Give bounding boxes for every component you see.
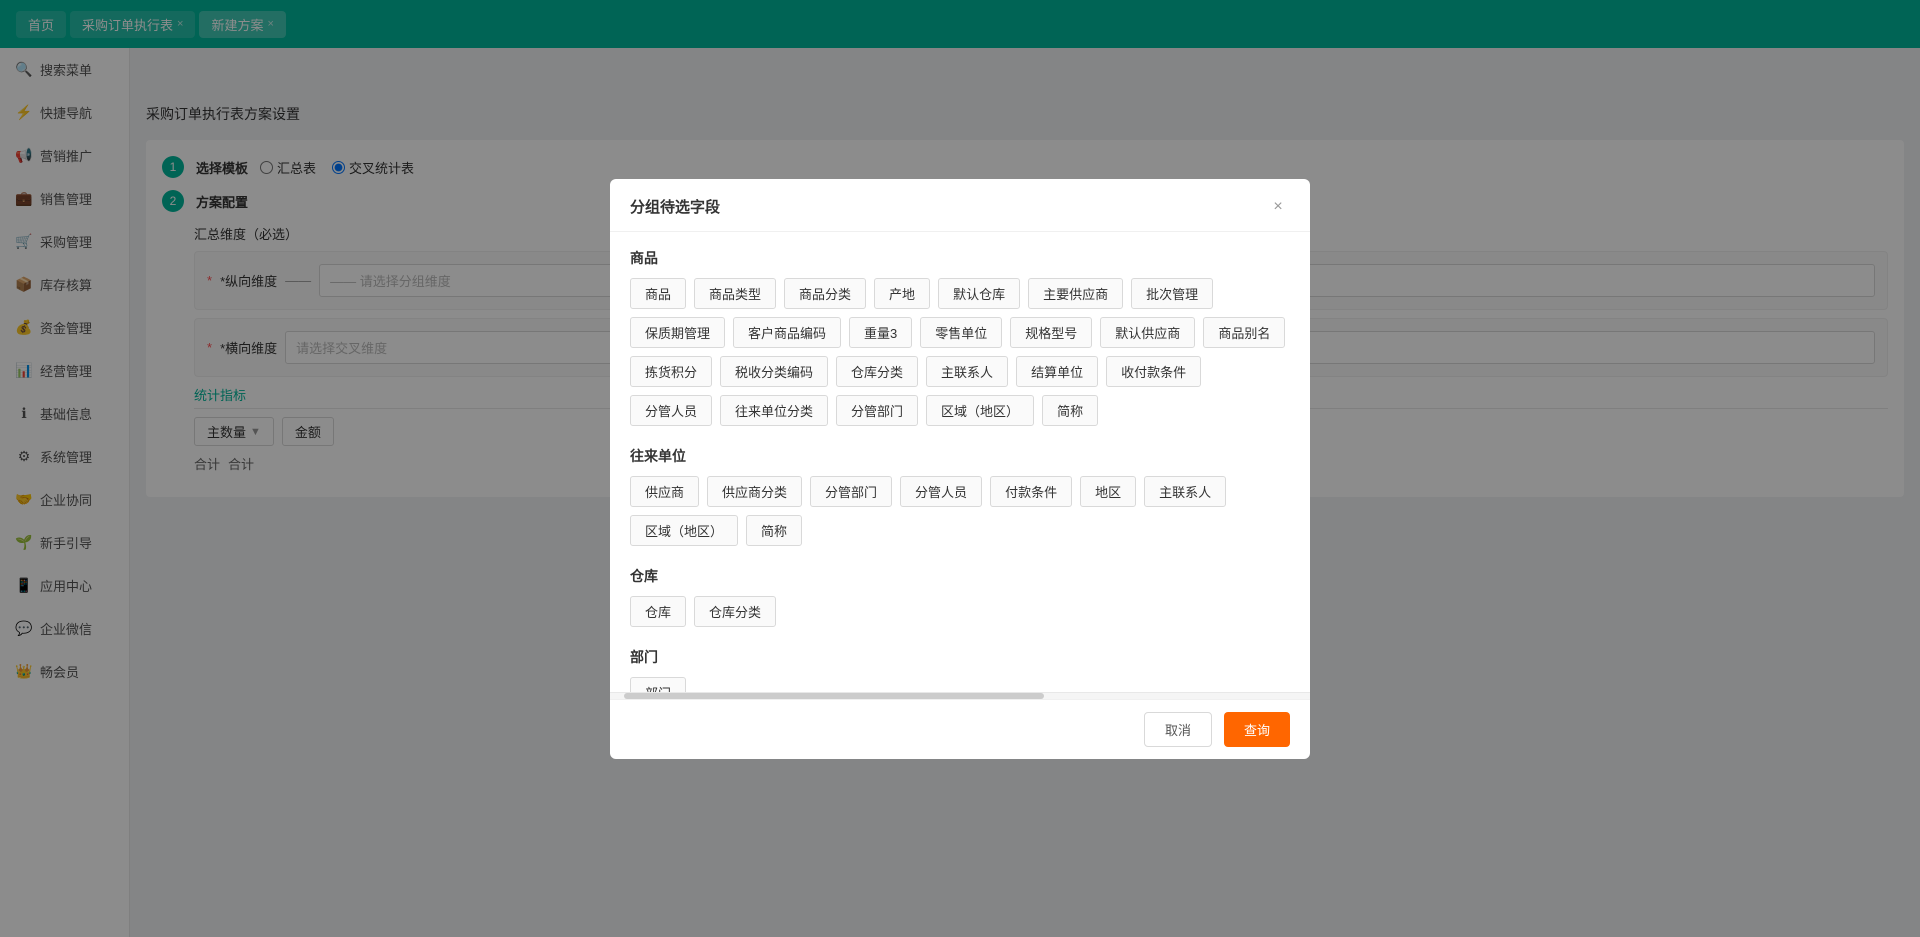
department-fields: 部门 [630, 677, 1290, 692]
section-warehouse-title: 仓库 [630, 566, 1290, 586]
field-retail-unit[interactable]: 零售单位 [920, 317, 1002, 348]
field-payment-condition[interactable]: 付款条件 [990, 476, 1072, 507]
field-default-supplier[interactable]: 默认供应商 [1100, 317, 1195, 348]
modal-body[interactable]: 商品 商品 商品类型 商品分类 产地 默认仓库 主要供应商 批次管理 保质期管理… [610, 232, 1310, 692]
modal-footer: 取消 查询 [610, 699, 1310, 759]
field-weight[interactable]: 重量3 [849, 317, 912, 348]
field-department[interactable]: 部门 [630, 677, 686, 692]
modal-hscrollbar[interactable] [610, 692, 1310, 699]
field-partner-dept[interactable]: 分管部门 [810, 476, 892, 507]
field-main-supplier[interactable]: 主要供应商 [1028, 278, 1123, 309]
section-product: 商品 商品 商品类型 商品分类 产地 默认仓库 主要供应商 批次管理 保质期管理… [630, 248, 1290, 426]
modal-overlay: 分组待选字段 × 商品 商品 商品类型 商品分类 产地 默认仓库 主要供应商 批… [0, 0, 1920, 937]
partner-fields: 供应商 供应商分类 分管部门 分管人员 付款条件 地区 主联系人 区域（地区） … [630, 476, 1290, 546]
field-partner-contact[interactable]: 主联系人 [1144, 476, 1226, 507]
field-area[interactable]: 地区 [1080, 476, 1136, 507]
field-partner-short[interactable]: 简称 [746, 515, 802, 546]
section-partner-title: 往来单位 [630, 446, 1290, 466]
section-product-title: 商品 [630, 248, 1290, 268]
section-department-title: 部门 [630, 647, 1290, 667]
field-supplier-category[interactable]: 供应商分类 [707, 476, 802, 507]
field-tax-code[interactable]: 税收分类编码 [720, 356, 828, 387]
field-warehouse[interactable]: 仓库 [630, 596, 686, 627]
modal-title: 分组待选字段 [630, 196, 720, 217]
field-settlement-unit[interactable]: 结算单位 [1016, 356, 1098, 387]
field-partner-supervisor[interactable]: 分管人员 [900, 476, 982, 507]
modal-header: 分组待选字段 × [610, 179, 1310, 232]
confirm-button[interactable]: 查询 [1224, 712, 1290, 747]
warehouse-fields: 仓库 仓库分类 [630, 596, 1290, 627]
field-main-contact[interactable]: 主联系人 [926, 356, 1008, 387]
section-partner: 往来单位 供应商 供应商分类 分管部门 分管人员 付款条件 地区 主联系人 区域… [630, 446, 1290, 546]
field-supervisor[interactable]: 分管人员 [630, 395, 712, 426]
field-payment-terms[interactable]: 收付款条件 [1106, 356, 1201, 387]
field-region[interactable]: 区域（地区） [926, 395, 1034, 426]
section-warehouse: 仓库 仓库 仓库分类 [630, 566, 1290, 627]
modal-close-btn[interactable]: × [1266, 195, 1290, 219]
cancel-button[interactable]: 取消 [1144, 712, 1212, 747]
field-product-category[interactable]: 商品分类 [784, 278, 866, 309]
field-spec-model[interactable]: 规格型号 [1010, 317, 1092, 348]
field-short-name[interactable]: 简称 [1042, 395, 1098, 426]
field-product-type[interactable]: 商品类型 [694, 278, 776, 309]
product-fields: 商品 商品类型 商品分类 产地 默认仓库 主要供应商 批次管理 保质期管理 客户… [630, 278, 1290, 426]
field-partner-region[interactable]: 区域（地区） [630, 515, 738, 546]
field-pick-points[interactable]: 拣货积分 [630, 356, 712, 387]
field-warehouse-cat[interactable]: 仓库分类 [694, 596, 776, 627]
field-shelf-life[interactable]: 保质期管理 [630, 317, 725, 348]
field-dept[interactable]: 分管部门 [836, 395, 918, 426]
field-default-warehouse[interactable]: 默认仓库 [938, 278, 1020, 309]
field-select-modal: 分组待选字段 × 商品 商品 商品类型 商品分类 产地 默认仓库 主要供应商 批… [610, 179, 1310, 759]
field-supplier[interactable]: 供应商 [630, 476, 699, 507]
field-batch-mgmt[interactable]: 批次管理 [1131, 278, 1213, 309]
section-department: 部门 部门 [630, 647, 1290, 692]
field-partner-category[interactable]: 往来单位分类 [720, 395, 828, 426]
field-warehouse-category[interactable]: 仓库分类 [836, 356, 918, 387]
field-customer-code[interactable]: 客户商品编码 [733, 317, 841, 348]
field-product[interactable]: 商品 [630, 278, 686, 309]
field-origin[interactable]: 产地 [874, 278, 930, 309]
field-product-alias[interactable]: 商品别名 [1203, 317, 1285, 348]
